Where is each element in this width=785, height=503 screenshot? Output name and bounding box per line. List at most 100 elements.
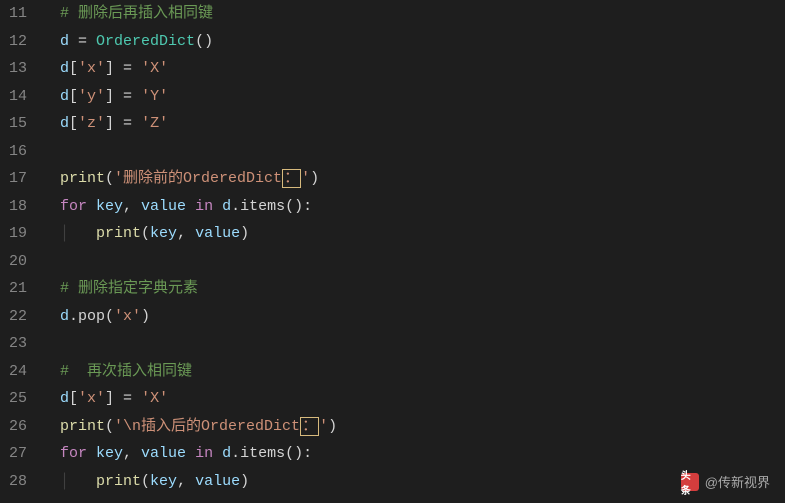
code-line[interactable]: │ print(key, value) bbox=[60, 468, 785, 496]
code-line[interactable]: print('删除前的OrderedDict：') bbox=[60, 165, 785, 193]
comment-token: # 再次插入相同键 bbox=[60, 363, 192, 380]
bracket-token: ] = bbox=[105, 115, 141, 132]
bracket-token: ] = bbox=[105, 88, 141, 105]
method-call-token: .items(): bbox=[231, 445, 312, 462]
method-call-token: .pop( bbox=[69, 308, 114, 325]
line-number: 15 bbox=[0, 110, 27, 138]
string-token: 'z' bbox=[78, 115, 105, 132]
variable-token: d bbox=[60, 390, 69, 407]
code-line[interactable] bbox=[60, 248, 785, 276]
code-content[interactable]: # 删除后再插入相同键 d = OrderedDict() d['x'] = '… bbox=[45, 0, 785, 503]
comma-token: , bbox=[123, 198, 141, 215]
variable-token: value bbox=[195, 473, 240, 490]
line-number: 26 bbox=[0, 413, 27, 441]
line-number: 17 bbox=[0, 165, 27, 193]
line-number: 20 bbox=[0, 248, 27, 276]
variable-token: d bbox=[213, 198, 231, 215]
code-line[interactable]: for key, value in d.items(): bbox=[60, 193, 785, 221]
watermark-icon: 头条 bbox=[681, 473, 699, 491]
variable-token: value bbox=[141, 198, 195, 215]
comment-token: # 删除后再插入相同键 bbox=[60, 5, 213, 22]
line-number: 28 bbox=[0, 468, 27, 496]
string-token: 'x' bbox=[78, 390, 105, 407]
line-number: 25 bbox=[0, 385, 27, 413]
paren-token: ) bbox=[240, 225, 249, 242]
builtin-token: print bbox=[60, 170, 105, 187]
bracket-token: [ bbox=[69, 115, 78, 132]
string-token: 'X' bbox=[141, 60, 168, 77]
variable-token: key bbox=[87, 198, 123, 215]
code-line[interactable] bbox=[60, 138, 785, 166]
indent-guide: │ bbox=[60, 225, 96, 242]
code-line[interactable]: # 删除后再插入相同键 bbox=[60, 0, 785, 28]
line-number: 22 bbox=[0, 303, 27, 331]
code-line[interactable]: d['x'] = 'X' bbox=[60, 385, 785, 413]
bracket-token: [ bbox=[69, 60, 78, 77]
string-token: 'Z' bbox=[141, 115, 168, 132]
paren-token: ( bbox=[105, 418, 114, 435]
variable-token: key bbox=[87, 445, 123, 462]
line-number: 13 bbox=[0, 55, 27, 83]
line-number: 14 bbox=[0, 83, 27, 111]
keyword-token: in bbox=[195, 445, 213, 462]
comma-token: , bbox=[177, 473, 195, 490]
code-line[interactable]: d['z'] = 'Z' bbox=[60, 110, 785, 138]
string-token: 'x' bbox=[114, 308, 141, 325]
keyword-token: for bbox=[60, 198, 87, 215]
builtin-token: print bbox=[96, 225, 141, 242]
builtin-token: print bbox=[60, 418, 105, 435]
variable-token: d bbox=[213, 445, 231, 462]
paren-token: () bbox=[195, 33, 213, 50]
string-token: ' bbox=[319, 418, 328, 435]
variable-token: d bbox=[60, 60, 69, 77]
operator-token: = bbox=[69, 33, 96, 50]
string-token: '删除前的OrderedDict bbox=[114, 170, 282, 187]
code-line[interactable]: # 删除指定字典元素 bbox=[60, 275, 785, 303]
line-number: 21 bbox=[0, 275, 27, 303]
variable-token: value bbox=[195, 225, 240, 242]
code-line[interactable]: for key, value in d.items(): bbox=[60, 440, 785, 468]
line-number: 18 bbox=[0, 193, 27, 221]
bracket-token: ] = bbox=[105, 390, 141, 407]
code-line[interactable]: # 再次插入相同键 bbox=[60, 358, 785, 386]
highlighted-char: ： bbox=[282, 169, 301, 188]
line-number: 19 bbox=[0, 220, 27, 248]
keyword-token: for bbox=[60, 445, 87, 462]
paren-token: ) bbox=[328, 418, 337, 435]
code-editor[interactable]: 11 12 13 14 15 16 17 18 19 20 21 22 23 2… bbox=[0, 0, 785, 503]
builtin-token: print bbox=[96, 473, 141, 490]
variable-token: key bbox=[150, 473, 177, 490]
code-line[interactable]: d['x'] = 'X' bbox=[60, 55, 785, 83]
line-number-gutter: 11 12 13 14 15 16 17 18 19 20 21 22 23 2… bbox=[0, 0, 45, 503]
paren-token: ) bbox=[310, 170, 319, 187]
line-number: 24 bbox=[0, 358, 27, 386]
variable-token: d bbox=[60, 115, 69, 132]
code-line[interactable] bbox=[60, 330, 785, 358]
paren-token: ( bbox=[141, 225, 150, 242]
paren-token: ( bbox=[105, 170, 114, 187]
line-number: 16 bbox=[0, 138, 27, 166]
watermark-text: @传新视界 bbox=[705, 472, 770, 491]
string-token: 'y' bbox=[78, 88, 105, 105]
variable-token: d bbox=[60, 33, 69, 50]
code-line[interactable]: d['y'] = 'Y' bbox=[60, 83, 785, 111]
keyword-token: in bbox=[195, 198, 213, 215]
string-token: '\n插入后的OrderedDict bbox=[114, 418, 300, 435]
paren-token: ) bbox=[141, 308, 150, 325]
comment-token: # 删除指定字典元素 bbox=[60, 280, 198, 297]
code-line[interactable]: d = OrderedDict() bbox=[60, 28, 785, 56]
variable-token: value bbox=[141, 445, 195, 462]
watermark: 头条 @传新视界 bbox=[681, 472, 770, 491]
highlighted-char: ： bbox=[300, 417, 319, 436]
string-token: 'x' bbox=[78, 60, 105, 77]
line-number: 11 bbox=[0, 0, 27, 28]
code-line[interactable]: │ print(key, value) bbox=[60, 220, 785, 248]
bracket-token: ] = bbox=[105, 60, 141, 77]
variable-token: d bbox=[60, 308, 69, 325]
code-line[interactable]: print('\n插入后的OrderedDict：') bbox=[60, 413, 785, 441]
code-line[interactable]: d.pop('x') bbox=[60, 303, 785, 331]
bracket-token: [ bbox=[69, 88, 78, 105]
string-token: 'Y' bbox=[141, 88, 168, 105]
paren-token: ( bbox=[141, 473, 150, 490]
line-number: 23 bbox=[0, 330, 27, 358]
